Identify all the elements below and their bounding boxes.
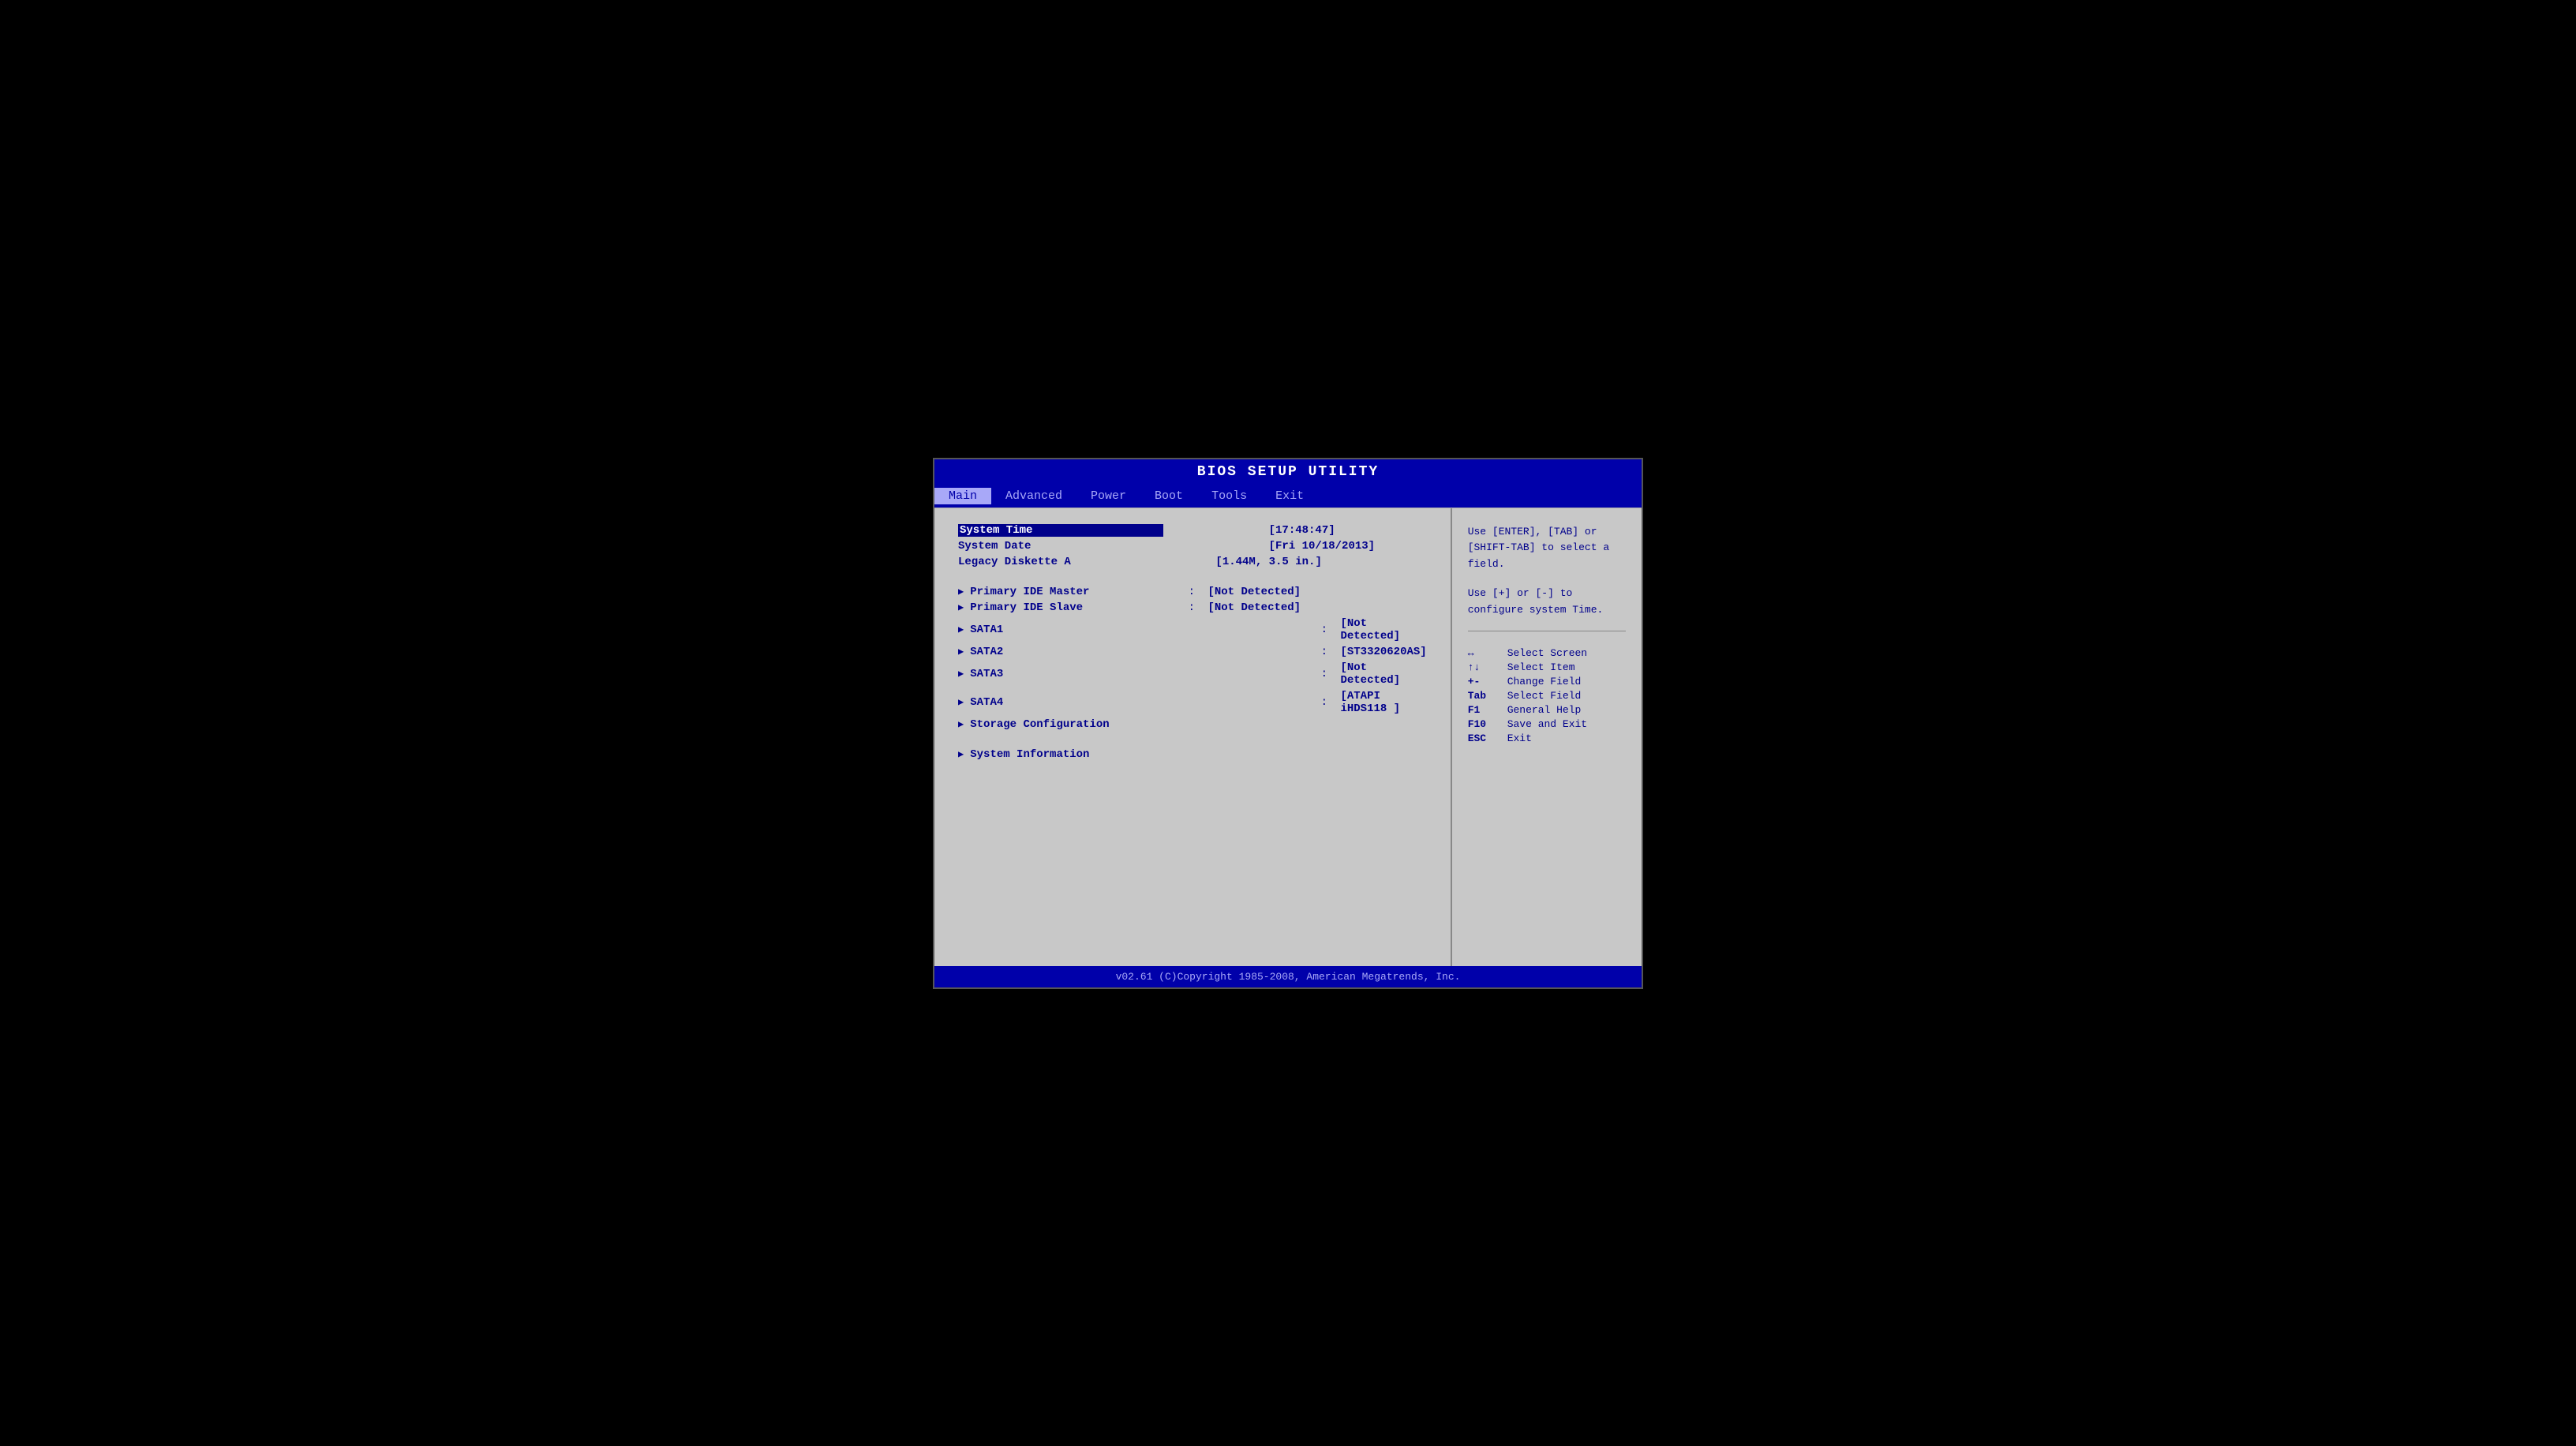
- content-area: System Time [17:48:47] System Date [Fri …: [934, 508, 1642, 966]
- sata1-label: SATA1: [970, 624, 1175, 636]
- key-help-section: ↔ Select Screen ↑↓ Select Item +- Change…: [1468, 647, 1626, 744]
- sata3-label: SATA3: [970, 668, 1175, 680]
- sata4-label: SATA4: [970, 696, 1175, 709]
- key-desc-change-field: Change Field: [1507, 676, 1582, 687]
- footer-text: v02.61 (C)Copyright 1985-2008, American …: [1116, 971, 1461, 983]
- key-symbol-tab: Tab: [1468, 690, 1507, 702]
- arrow-icon: ▶: [958, 601, 964, 613]
- system-info-label: System Information: [970, 748, 1175, 761]
- primary-ide-slave-label: Primary IDE Slave: [970, 601, 1175, 614]
- help-intro: Use [ENTER], [TAB] or [SHIFT-TAB] to sel…: [1468, 524, 1626, 573]
- key-row-save-exit: F10 Save and Exit: [1468, 718, 1626, 730]
- key-row-general-help: F1 General Help: [1468, 704, 1626, 716]
- menu-item-boot[interactable]: Boot: [1140, 488, 1197, 504]
- key-row-select-item: ↑↓ Select Item: [1468, 661, 1626, 673]
- primary-ide-master-row[interactable]: ▶ Primary IDE Master : [Not Detected]: [958, 586, 1427, 598]
- arrow-icon: ▶: [958, 748, 964, 760]
- bios-screen: BIOS SETUP UTILITY Main Advanced Power B…: [933, 458, 1643, 989]
- help-detail: Use [+] or [-] to configure system Time.: [1468, 586, 1626, 619]
- key-desc-select-screen: Select Screen: [1507, 647, 1587, 659]
- system-date-row[interactable]: System Date [Fri 10/18/2013]: [958, 540, 1427, 553]
- storage-config-label: Storage Configuration: [970, 718, 1175, 731]
- sata1-value: [Not Detected]: [1340, 617, 1426, 642]
- arrow-icon: ▶: [958, 624, 964, 635]
- sata4-row[interactable]: ▶ SATA4 : [ATAPI iHDS118 ]: [958, 690, 1427, 715]
- system-time-row[interactable]: System Time [17:48:47]: [958, 524, 1427, 537]
- sata3-value: [Not Detected]: [1340, 661, 1426, 687]
- primary-ide-master-label: Primary IDE Master: [970, 586, 1175, 598]
- sata2-value: [ST3320620AS]: [1340, 646, 1426, 658]
- key-row-change-field: +- Change Field: [1468, 676, 1626, 687]
- arrow-icon: ▶: [958, 646, 964, 657]
- key-symbol-arrows: ↔: [1468, 647, 1507, 659]
- system-info-row[interactable]: ▶ System Information: [958, 748, 1427, 761]
- arrow-icon: ▶: [958, 718, 964, 730]
- system-time-label: System Time: [958, 524, 1163, 537]
- legacy-diskette-value[interactable]: [1.44M, 3.5 in.]: [1215, 556, 1321, 568]
- legacy-diskette-row[interactable]: Legacy Diskette A [1.44M, 3.5 in.]: [958, 556, 1427, 568]
- menu-item-power[interactable]: Power: [1076, 488, 1140, 504]
- primary-ide-slave-value: [Not Detected]: [1208, 601, 1301, 614]
- right-panel: Use [ENTER], [TAB] or [SHIFT-TAB] to sel…: [1452, 508, 1642, 966]
- primary-ide-master-value: [Not Detected]: [1208, 586, 1301, 598]
- arrow-icon: ▶: [958, 668, 964, 680]
- key-symbol-esc: ESC: [1468, 732, 1507, 744]
- title-bar: BIOS SETUP UTILITY: [934, 459, 1642, 485]
- menu-item-tools[interactable]: Tools: [1197, 488, 1261, 504]
- sata4-value: [ATAPI iHDS118 ]: [1340, 690, 1426, 715]
- menu-item-advanced[interactable]: Advanced: [991, 488, 1076, 504]
- key-desc-select-item: Select Item: [1507, 661, 1575, 673]
- storage-config-row[interactable]: ▶ Storage Configuration: [958, 718, 1427, 731]
- sata2-label: SATA2: [970, 646, 1175, 658]
- key-desc-save-exit: Save and Exit: [1507, 718, 1587, 730]
- key-symbol-f1: F1: [1468, 704, 1507, 716]
- key-symbol-f10: F10: [1468, 718, 1507, 730]
- key-desc-general-help: General Help: [1507, 704, 1582, 716]
- key-row-select-field: Tab Select Field: [1468, 690, 1626, 702]
- legacy-diskette-label: Legacy Diskette A: [958, 556, 1163, 568]
- system-date-value[interactable]: [Fri 10/18/2013]: [1269, 540, 1375, 553]
- primary-ide-slave-row[interactable]: ▶ Primary IDE Slave : [Not Detected]: [958, 601, 1427, 614]
- key-desc-exit: Exit: [1507, 732, 1532, 744]
- key-symbol-plusminus: +-: [1468, 676, 1507, 687]
- key-desc-select-field: Select Field: [1507, 690, 1582, 702]
- key-symbol-updown: ↑↓: [1468, 661, 1507, 673]
- system-date-label: System Date: [958, 540, 1163, 553]
- key-row-exit: ESC Exit: [1468, 732, 1626, 744]
- system-time-value[interactable]: [17:48:47]: [1269, 524, 1335, 537]
- arrow-icon: ▶: [958, 586, 964, 598]
- menu-bar[interactable]: Main Advanced Power Boot Tools Exit: [934, 485, 1642, 508]
- sata3-row[interactable]: ▶ SATA3 : [Not Detected]: [958, 661, 1427, 687]
- main-panel: System Time [17:48:47] System Date [Fri …: [934, 508, 1452, 966]
- sata1-row[interactable]: ▶ SATA1 : [Not Detected]: [958, 617, 1427, 642]
- bios-title: BIOS SETUP UTILITY: [1197, 464, 1379, 480]
- menu-item-main[interactable]: Main: [934, 488, 991, 504]
- menu-item-exit[interactable]: Exit: [1261, 488, 1318, 504]
- arrow-icon: ▶: [958, 696, 964, 708]
- sata2-row[interactable]: ▶ SATA2 : [ST3320620AS]: [958, 646, 1427, 658]
- footer-bar: v02.61 (C)Copyright 1985-2008, American …: [934, 966, 1642, 987]
- key-row-select-screen: ↔ Select Screen: [1468, 647, 1626, 659]
